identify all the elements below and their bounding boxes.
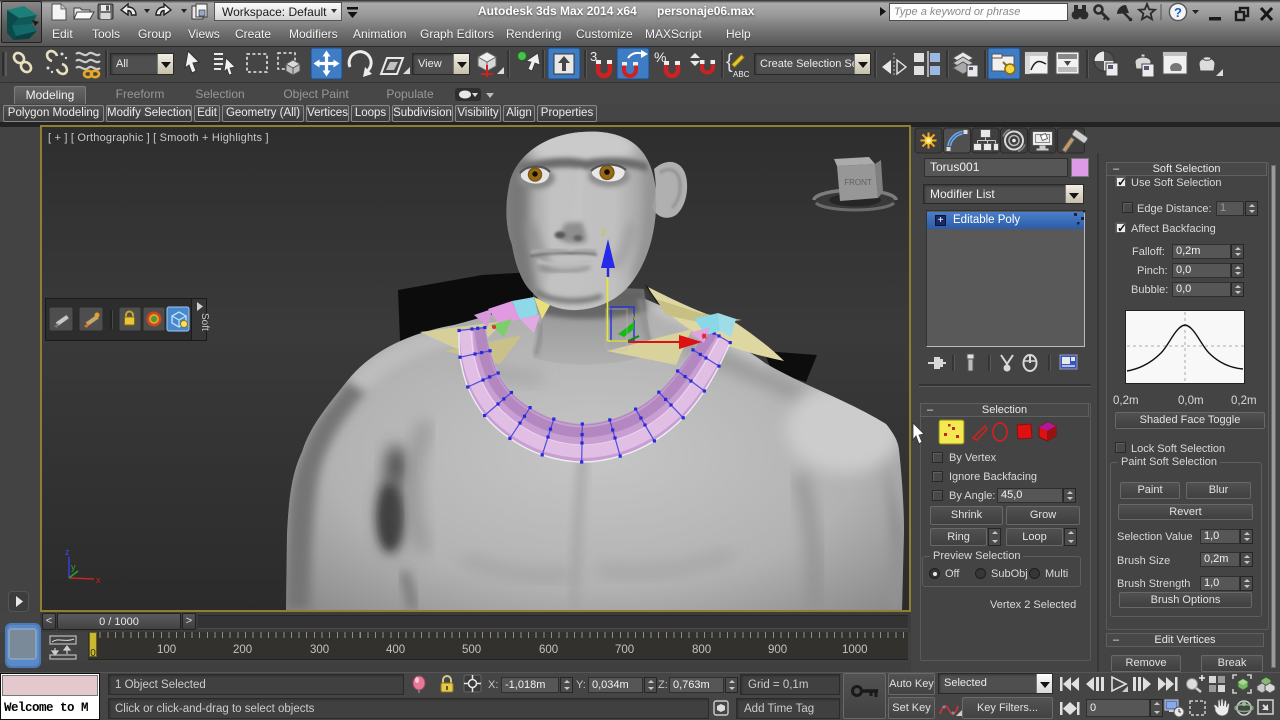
svg-text:?: ? (1174, 5, 1182, 20)
svg-text:y: y (632, 311, 637, 322)
svg-text:x: x (96, 575, 101, 585)
svg-text:y: y (71, 562, 76, 572)
svg-text:{: { (726, 51, 733, 73)
svg-text:ABC: ABC (733, 70, 750, 79)
svg-text:z: z (65, 547, 70, 557)
svg-text:Soft: Soft (199, 313, 210, 331)
svg-text:z: z (601, 227, 606, 238)
svg-text:x: x (702, 331, 707, 342)
svg-text:FRONT: FRONT (844, 178, 872, 187)
